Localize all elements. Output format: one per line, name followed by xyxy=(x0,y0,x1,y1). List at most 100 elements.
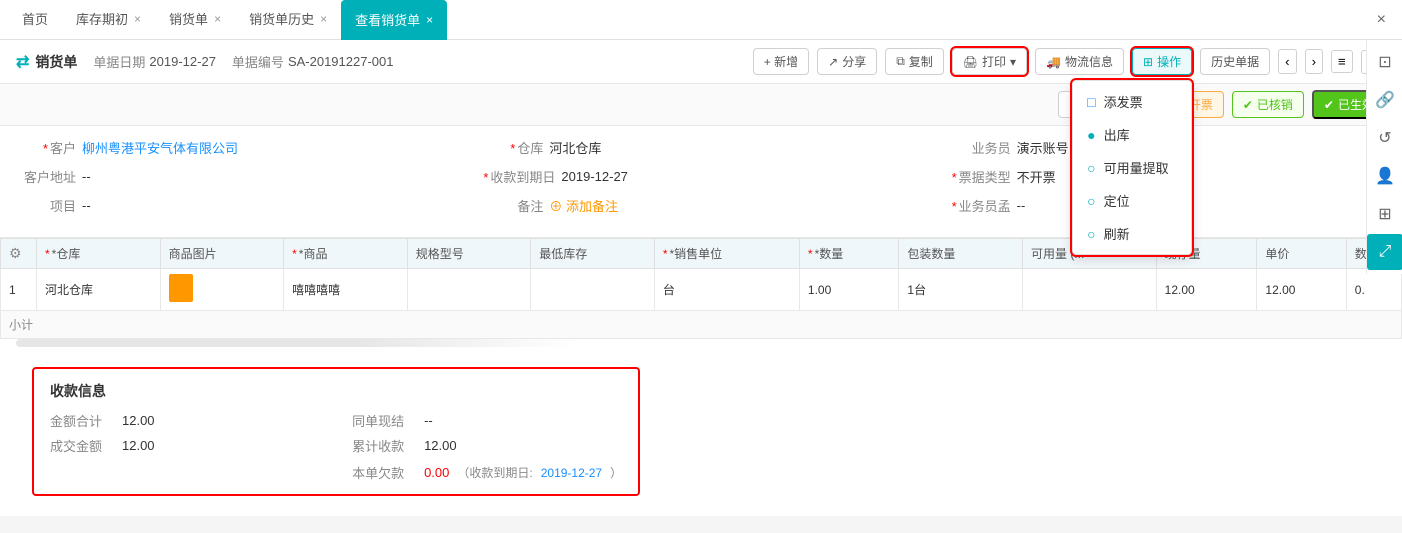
warehouse-field: 仓库 河北仓库 xyxy=(483,138,918,157)
effective-icon: ✔ xyxy=(1324,98,1334,112)
dropdown-refresh[interactable]: ○ 刷新 xyxy=(1073,217,1191,250)
th-settings: ⚙ xyxy=(1,239,37,269)
document-header: ⇄ 销货单 单据日期 2019-12-27 单据编号 SA-20191227-0… xyxy=(0,40,1402,84)
payment-section: 收款信息 金额合计 12.00 同单现结 -- 成交金额 12.00 累计收款 … xyxy=(32,367,640,496)
ticket-value: 不开票 xyxy=(1017,167,1056,186)
payment-cumulative-label: 累计收款 xyxy=(352,436,416,455)
sidebar-expand-btn[interactable]: ⤢ xyxy=(1367,234,1402,270)
history-button[interactable]: 历史单据 xyxy=(1200,48,1270,75)
operation-icon: ⊞ xyxy=(1143,55,1153,69)
table-scrollbar[interactable] xyxy=(16,339,577,347)
print-button[interactable]: 🖨 打印 ▾ xyxy=(952,48,1027,75)
doc-number-label: 单据编号 SA-20191227-001 xyxy=(232,52,394,71)
sidebar-link-btn[interactable]: 🔗 xyxy=(1367,82,1402,118)
cell-available xyxy=(1022,269,1156,311)
payment-cumulative-value: 12.00 xyxy=(424,438,457,453)
cell-current: 12.00 xyxy=(1156,269,1257,311)
project-label: 项目 xyxy=(16,196,76,215)
operation-button[interactable]: ⊞ 操作 xyxy=(1132,48,1192,75)
logistics-button[interactable]: 🚚 物流信息 xyxy=(1035,48,1124,75)
product-image xyxy=(169,274,193,302)
payment-same-order-value: -- xyxy=(424,413,433,428)
nav-prev-button[interactable]: ‹ xyxy=(1278,49,1296,74)
tab-sales-history[interactable]: 销货单历史 × xyxy=(235,0,341,40)
payment-title: 收款信息 xyxy=(50,381,622,401)
doc-meta: 单据日期 2019-12-27 单据编号 SA-20191227-001 xyxy=(93,52,393,71)
payment-deal-row: 成交金额 12.00 xyxy=(50,436,320,455)
doc-date-value: 2019-12-27 xyxy=(149,54,216,69)
payment-owed-note: （收款到期日: xyxy=(457,464,532,481)
close-window-button[interactable]: × xyxy=(1369,11,1394,29)
main-content: ⇄ 销货单 单据日期 2019-12-27 单据编号 SA-20191227-0… xyxy=(0,40,1402,516)
cell-pack-qty: 1台 xyxy=(899,269,1023,311)
customer-value[interactable]: 柳州粤港平安气体有限公司 xyxy=(82,138,238,157)
cell-image xyxy=(160,269,284,311)
cell-min-stock xyxy=(531,269,655,311)
dropdown-outbound[interactable]: ● 出库 xyxy=(1073,118,1191,151)
note-field: 备注 ⊕ 添加备注 xyxy=(483,196,918,215)
tab-close-sales-history[interactable]: × xyxy=(320,12,327,26)
dropdown-locate-label: 定位 xyxy=(1104,191,1130,210)
dropdown-add-invoice[interactable]: □ 添发票 xyxy=(1073,85,1191,118)
refresh-icon: ○ xyxy=(1087,226,1095,242)
payment-total-label: 金额合计 xyxy=(50,411,114,430)
copy-button[interactable]: ⧉ 复制 xyxy=(885,48,944,75)
cell-qty: 1.00 xyxy=(799,269,899,311)
payment-same-order-label: 同单现结 xyxy=(352,411,416,430)
staff2-value: -- xyxy=(1017,198,1026,213)
dropdown-refresh-label: 刷新 xyxy=(1104,224,1130,243)
th-image: 商品图片 xyxy=(160,239,284,269)
tab-inventory-init[interactable]: 库存期初 × xyxy=(62,0,155,40)
customer-field: 客户 柳州粤港平安气体有限公司 xyxy=(16,138,451,157)
payment-same-order-row: 同单现结 -- xyxy=(352,411,622,430)
tab-close-view-sales[interactable]: × xyxy=(426,13,433,27)
due-date-value: 2019-12-27 xyxy=(561,169,628,184)
payment-cumulative-row: 累计收款 12.00 xyxy=(352,436,622,455)
nav-next-button[interactable]: › xyxy=(1305,49,1323,74)
right-sidebar: ⊡ 🔗 ↺ 👤 ⊞ ⤢ xyxy=(1366,40,1402,274)
share-icon: ↗ xyxy=(828,55,838,69)
operation-dropdown-menu: □ 添发票 ● 出库 ○ 可用量提取 ○ 定位 xyxy=(1072,80,1192,255)
checked-button[interactable]: ✔ 已核销 xyxy=(1232,91,1304,118)
payment-grid: 金额合计 12.00 同单现结 -- 成交金额 12.00 累计收款 12.00… xyxy=(50,411,622,482)
doc-date-label: 单据日期 2019-12-27 xyxy=(93,52,216,71)
dropdown-locate[interactable]: ○ 定位 xyxy=(1073,184,1191,217)
new-button[interactable]: + 新增 xyxy=(753,48,809,75)
doc-title-text: 销货单 xyxy=(35,52,77,72)
payment-total-value: 12.00 xyxy=(122,413,155,428)
copy-icon: ⧉ xyxy=(896,54,905,69)
dropdown-add-invoice-label: 添发票 xyxy=(1104,92,1143,111)
sidebar-table-btn[interactable]: ⊡ xyxy=(1367,44,1402,80)
th-unit: *销售单位 xyxy=(654,239,799,269)
warehouse-value: 河北仓库 xyxy=(549,138,601,157)
doc-title-block: ⇄ 销货单 xyxy=(16,52,77,72)
view-list-button[interactable]: ≡ xyxy=(1331,50,1353,73)
available-qty-icon: ○ xyxy=(1087,160,1095,176)
table-section: ⚙ *仓库 商品图片 *商品 规格型号 最低库存 *销售单位 *数量 包装数量 … xyxy=(0,238,1402,347)
tab-home[interactable]: 首页 xyxy=(8,0,62,40)
payment-owed-date: 2019-12-27 xyxy=(541,466,602,480)
th-spec: 规格型号 xyxy=(407,239,531,269)
doc-number-value: SA-20191227-001 xyxy=(288,54,394,69)
dropdown-available-qty[interactable]: ○ 可用量提取 xyxy=(1073,151,1191,184)
dropdown-available-qty-label: 可用量提取 xyxy=(1104,158,1169,177)
add-invoice-icon: □ xyxy=(1087,94,1095,110)
share-button[interactable]: ↗ 分享 xyxy=(817,48,877,75)
th-product: *商品 xyxy=(284,239,408,269)
sidebar-user-btn[interactable]: 👤 xyxy=(1367,158,1402,194)
operation-dropdown-container: ⊞ 操作 □ 添发票 ● 出库 ○ 可用量提取 xyxy=(1132,48,1192,75)
doc-actions: + 新增 ↗ 分享 ⧉ 复制 🖨 打印 ▾ 🚚 物流信息 xyxy=(753,48,1386,75)
add-note-button[interactable]: ⊕ 添加备注 xyxy=(549,199,618,214)
tab-close-inventory-init[interactable]: × xyxy=(134,12,141,26)
subtotal-label: 小计 xyxy=(1,311,1402,339)
settings-icon[interactable]: ⚙ xyxy=(9,245,22,261)
tab-sales-order[interactable]: 销货单 × xyxy=(155,0,235,40)
sidebar-rotate-btn[interactable]: ↺ xyxy=(1367,120,1402,156)
payment-deal-value: 12.00 xyxy=(122,438,155,453)
sidebar-grid-btn[interactable]: ⊞ xyxy=(1367,196,1402,232)
tab-close-sales-order[interactable]: × xyxy=(214,12,221,26)
logistics-icon: 🚚 xyxy=(1046,55,1061,69)
check-icon: ✔ xyxy=(1243,98,1253,112)
tab-view-sales-order[interactable]: 查看销货单 × xyxy=(341,0,447,40)
locate-icon: ○ xyxy=(1087,193,1095,209)
